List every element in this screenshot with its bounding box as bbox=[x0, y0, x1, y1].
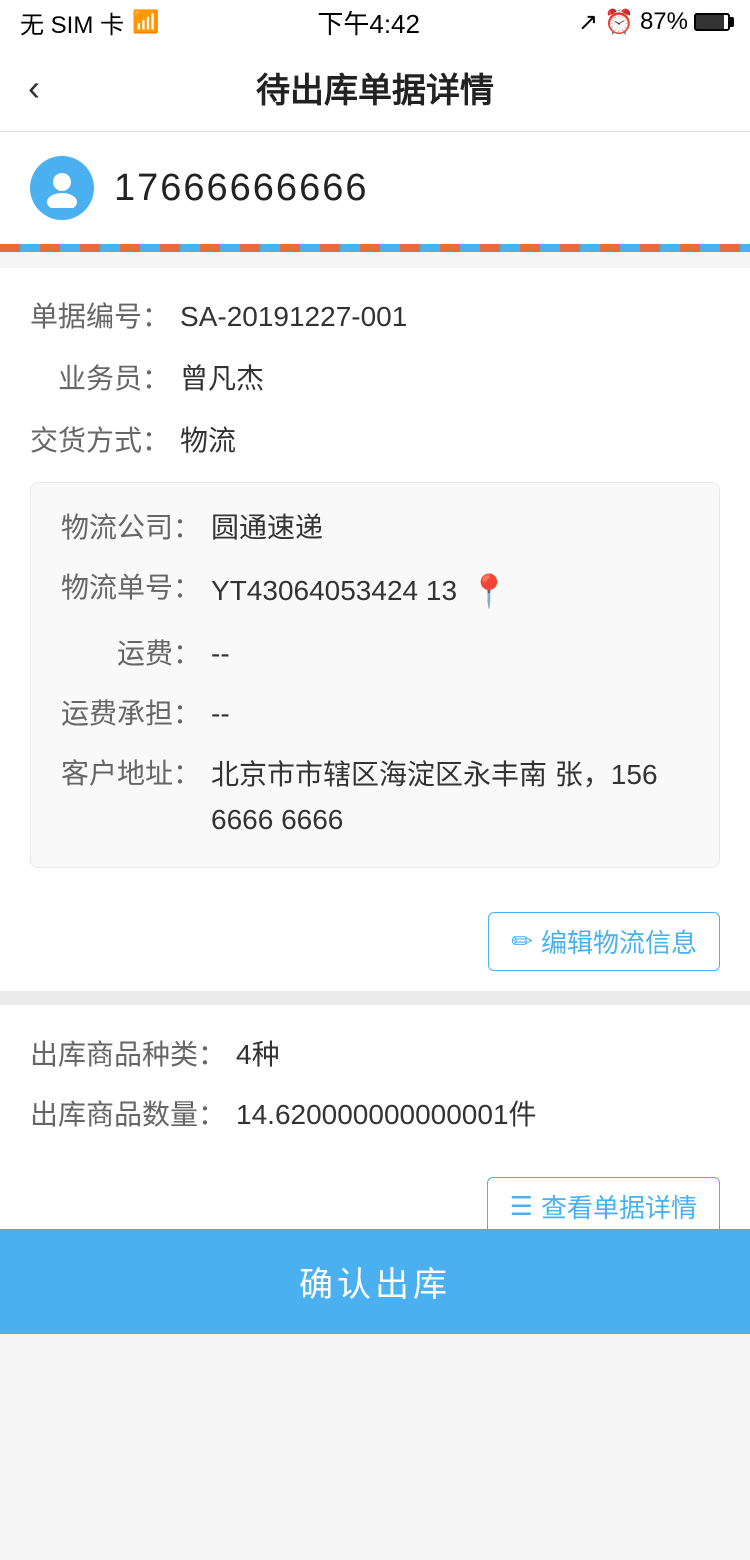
alarm-icon: ⏰ bbox=[604, 8, 634, 37]
goods-quantity-label: 出库商品数量： bbox=[30, 1093, 226, 1133]
order-number-row: 单据编号： SA-20191227-001 bbox=[30, 296, 720, 338]
goods-section: 出库商品种类： 4种 出库商品数量： 14.620000000000001件 bbox=[0, 1005, 750, 1161]
battery-label: 87% bbox=[640, 8, 688, 36]
order-number-label: 单据编号： bbox=[30, 296, 170, 338]
logistics-company-value: 圆通速递 bbox=[201, 507, 689, 549]
goods-type-label: 出库商品种类： bbox=[30, 1033, 226, 1073]
address-label: 客户地址： bbox=[61, 753, 201, 795]
battery-icon bbox=[694, 13, 730, 31]
edit-logistics-button[interactable]: ✏ 编辑物流信息 bbox=[488, 912, 720, 971]
freight-value: -- bbox=[201, 633, 689, 675]
logistics-company-label: 物流公司： bbox=[61, 507, 201, 549]
delivery-method-label: 交货方式： bbox=[30, 420, 170, 462]
tracking-number-row: 物流单号： YT43064053424 13 📍 bbox=[61, 567, 689, 615]
edit-logistics-label: 编辑物流信息 bbox=[541, 923, 697, 960]
sales-person-value: 曾凡杰 bbox=[170, 358, 720, 400]
customer-header: 17666666666 bbox=[0, 132, 750, 244]
location-icon[interactable]: 📍 bbox=[469, 567, 509, 615]
wifi-icon: 📶 bbox=[132, 9, 159, 35]
page-title: 待出库单据详情 bbox=[256, 63, 494, 112]
goods-quantity-value: 14.620000000000001件 bbox=[226, 1093, 537, 1133]
edit-btn-wrapper: ✏ 编辑物流信息 bbox=[0, 896, 750, 991]
logistics-company-row: 物流公司： 圆通速递 bbox=[61, 507, 689, 549]
view-detail-icon: ☰ bbox=[510, 1191, 533, 1222]
delivery-method-row: 交货方式： 物流 bbox=[30, 420, 720, 462]
freight-bearer-row: 运费承担： -- bbox=[61, 693, 689, 735]
dashed-divider bbox=[0, 244, 750, 252]
edit-icon: ✏ bbox=[511, 926, 533, 957]
logistics-card: 物流公司： 圆通速递 物流单号： YT43064053424 13 📍 运费： … bbox=[30, 482, 720, 868]
freight-row: 运费： -- bbox=[61, 633, 689, 675]
confirm-button[interactable]: 确认出库 bbox=[0, 1229, 750, 1334]
order-number-value: SA-20191227-001 bbox=[170, 296, 720, 338]
goods-quantity-row: 出库商品数量： 14.620000000000001件 bbox=[30, 1093, 720, 1133]
sales-person-row: 业务员： 曾凡杰 bbox=[30, 358, 720, 400]
goods-type-value: 4种 bbox=[226, 1033, 280, 1073]
status-bar: 无 SIM 卡 📶 下午4:42 ↗ ⏰ 87% bbox=[0, 0, 750, 44]
freight-bearer-label: 运费承担： bbox=[61, 693, 201, 735]
delivery-method-value: 物流 bbox=[170, 420, 720, 462]
carrier-label: 无 SIM 卡 bbox=[20, 5, 124, 40]
nav-bar: ‹ 待出库单据详情 bbox=[0, 44, 750, 132]
status-left: 无 SIM 卡 📶 bbox=[20, 5, 159, 40]
avatar bbox=[30, 156, 94, 220]
confirm-button-label: 确认出库 bbox=[299, 1257, 451, 1306]
gps-icon: ↗ bbox=[578, 8, 598, 37]
status-time: 下午4:42 bbox=[317, 4, 420, 41]
customer-phone: 17666666666 bbox=[114, 167, 368, 210]
tracking-number-value: YT43064053424 13 📍 bbox=[201, 567, 689, 615]
address-value: 北京市市辖区海淀区永丰南 张，156 6666 6666 bbox=[201, 753, 689, 843]
view-detail-label: 查看单据详情 bbox=[541, 1188, 697, 1225]
sales-person-label: 业务员： bbox=[30, 358, 170, 400]
status-right: ↗ ⏰ 87% bbox=[578, 8, 730, 37]
section-separator bbox=[0, 991, 750, 1005]
back-button[interactable]: ‹ bbox=[28, 67, 40, 109]
freight-bearer-value: -- bbox=[201, 693, 689, 735]
goods-type-row: 出库商品种类： 4种 bbox=[30, 1033, 720, 1073]
freight-label: 运费： bbox=[61, 633, 201, 675]
address-row: 客户地址： 北京市市辖区海淀区永丰南 张，156 6666 6666 bbox=[61, 753, 689, 843]
view-detail-button[interactable]: ☰ 查看单据详情 bbox=[487, 1177, 720, 1236]
order-info-section: 单据编号： SA-20191227-001 业务员： 曾凡杰 交货方式： 物流 … bbox=[0, 268, 750, 896]
tracking-number-label: 物流单号： bbox=[61, 567, 201, 609]
